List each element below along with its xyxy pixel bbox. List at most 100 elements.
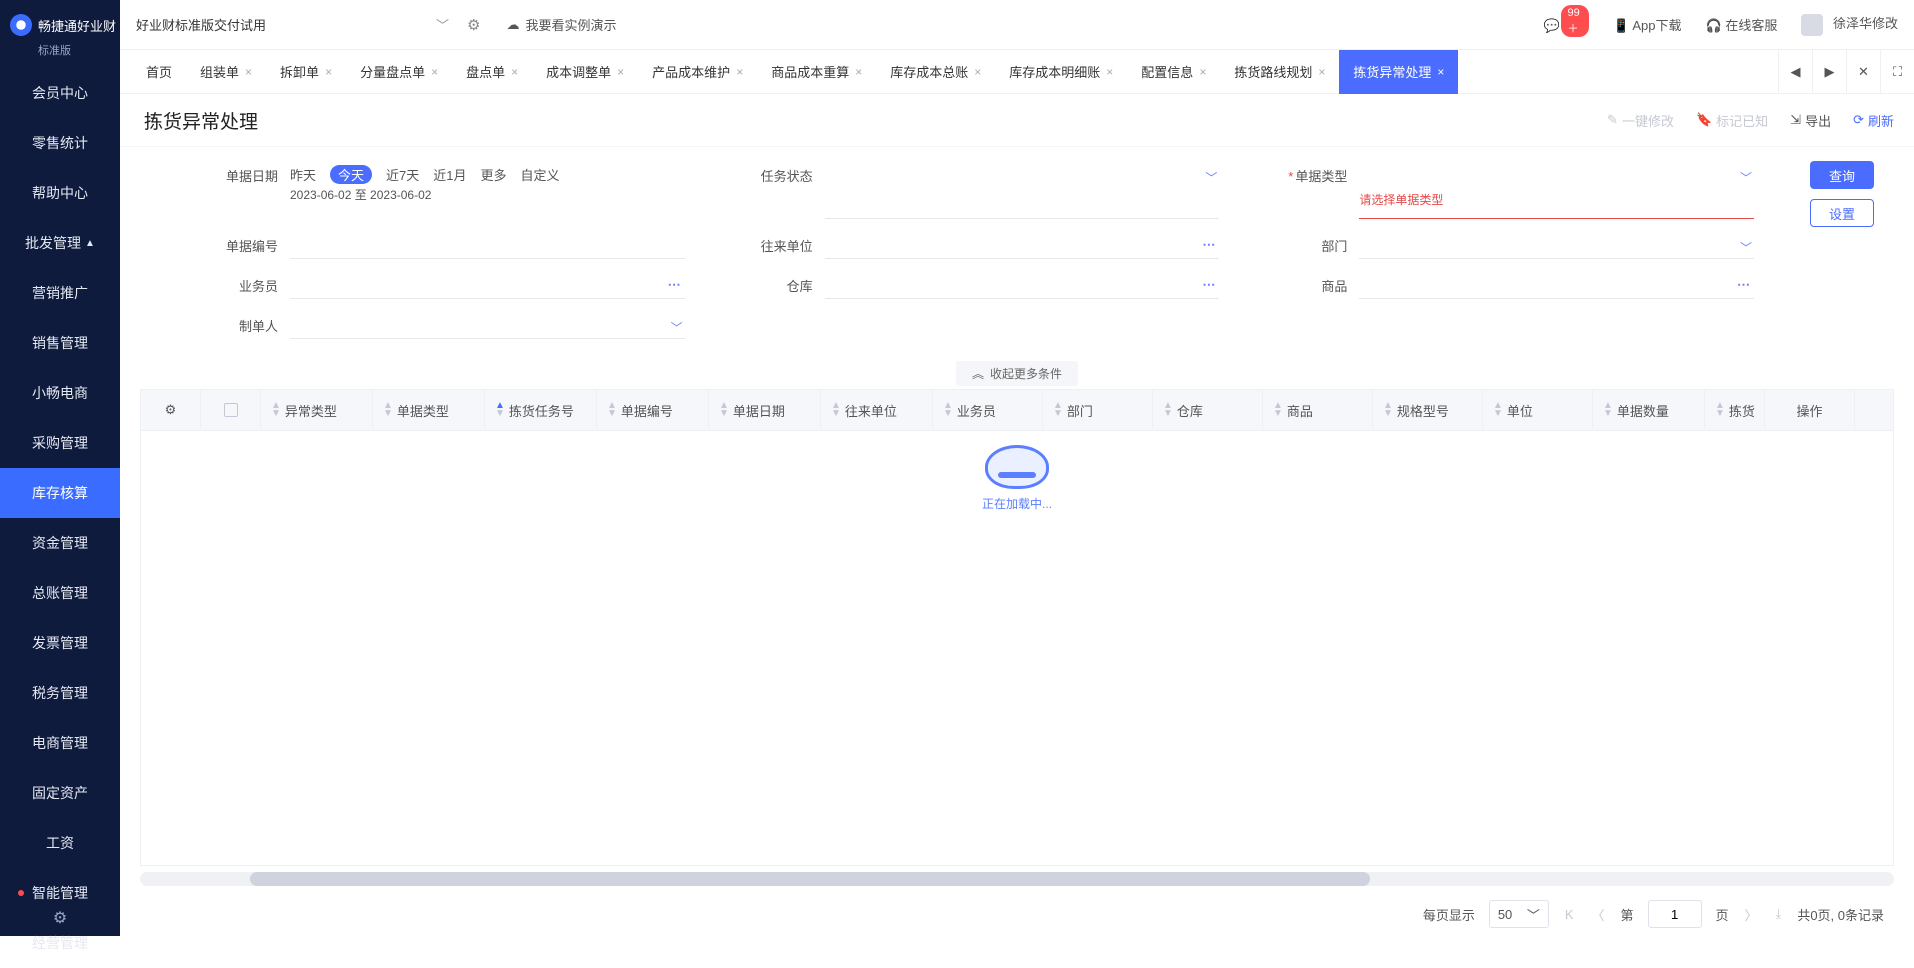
- sidebar-settings-icon[interactable]: ⚙: [0, 908, 120, 928]
- sort-icon[interactable]: ▲▼: [495, 402, 505, 418]
- app-download-button[interactable]: 📱 App下载: [1613, 15, 1681, 34]
- column-header[interactable]: ▲▼部门: [1043, 390, 1153, 430]
- sidebar-item[interactable]: 税务管理: [0, 668, 120, 718]
- sidebar-item[interactable]: 营销推广: [0, 268, 120, 318]
- column-header[interactable]: ▲▼单据类型: [373, 390, 485, 430]
- warehouse-picker[interactable]: ⋯: [825, 275, 1220, 299]
- column-header[interactable]: ▲▼商品: [1263, 390, 1373, 430]
- messages-button[interactable]: 💬 消息 99＋: [1543, 15, 1589, 34]
- column-header[interactable]: ▲▼单据数量: [1593, 390, 1705, 430]
- sort-icon[interactable]: ▲▼: [383, 402, 393, 418]
- customer-service-button[interactable]: 🎧 在线客服: [1706, 15, 1778, 34]
- demo-link[interactable]: ☁ 我要看实例演示: [506, 15, 616, 34]
- date-chip[interactable]: 更多: [481, 165, 507, 184]
- batch-edit-button[interactable]: ✎一键修改: [1607, 111, 1674, 130]
- select-all-checkbox[interactable]: [224, 403, 238, 417]
- sort-icon[interactable]: ▲▼: [1163, 402, 1173, 418]
- close-icon[interactable]: ×: [1318, 65, 1325, 79]
- date-chip[interactable]: 昨天: [290, 165, 316, 184]
- sort-icon[interactable]: ▲▼: [1715, 402, 1725, 418]
- doc-no-input[interactable]: [290, 235, 685, 259]
- close-icon[interactable]: ×: [431, 65, 438, 79]
- first-page-button[interactable]: K: [1563, 907, 1576, 922]
- close-icon[interactable]: ×: [736, 65, 743, 79]
- page-number-input[interactable]: [1648, 900, 1702, 928]
- tabs-scroll-right[interactable]: ▶: [1812, 50, 1846, 94]
- salesman-picker[interactable]: ⋯: [290, 275, 685, 299]
- tab[interactable]: 库存成本明细账×: [995, 50, 1127, 94]
- sidebar-item[interactable]: 资金管理: [0, 518, 120, 568]
- column-header[interactable]: [201, 390, 261, 430]
- sidebar-item[interactable]: 库存核算: [0, 468, 120, 518]
- prev-page-button[interactable]: 〈: [1590, 905, 1607, 924]
- user-menu[interactable]: 徐泽华修改: [1801, 13, 1898, 36]
- date-chip[interactable]: 近1月: [433, 165, 466, 184]
- dept-select[interactable]: ﹀: [1359, 235, 1754, 259]
- close-icon[interactable]: ×: [1199, 65, 1206, 79]
- tab[interactable]: 配置信息×: [1127, 50, 1220, 94]
- scrollbar-thumb[interactable]: [250, 872, 1370, 886]
- sidebar-item[interactable]: 小畅电商: [0, 368, 120, 418]
- sidebar-item[interactable]: 总账管理: [0, 568, 120, 618]
- export-button[interactable]: ⇲导出: [1790, 111, 1831, 130]
- sidebar-item[interactable]: 帮助中心: [0, 168, 120, 218]
- tab[interactable]: 拣货异常处理×: [1339, 50, 1458, 94]
- sort-icon[interactable]: ▲▼: [1053, 402, 1063, 418]
- tab[interactable]: 拣货路线规划×: [1220, 50, 1339, 94]
- close-icon[interactable]: ×: [245, 65, 252, 79]
- close-icon[interactable]: ×: [974, 65, 981, 79]
- date-chip[interactable]: 近7天: [386, 165, 419, 184]
- sidebar-item[interactable]: 工资: [0, 818, 120, 868]
- column-header[interactable]: ▲▼业务员: [933, 390, 1043, 430]
- column-header[interactable]: ▲▼往来单位: [821, 390, 933, 430]
- sidebar-item[interactable]: 采购管理: [0, 418, 120, 468]
- next-page-button[interactable]: 〉: [1743, 905, 1760, 924]
- partner-picker[interactable]: ⋯: [825, 235, 1220, 259]
- doc-type-select[interactable]: ﹀ 请选择单据类型: [1359, 165, 1754, 219]
- tab[interactable]: 产品成本维护×: [638, 50, 757, 94]
- tab[interactable]: 成本调整单×: [532, 50, 638, 94]
- sort-icon[interactable]: ▲▼: [1603, 402, 1613, 418]
- date-chip[interactable]: 今天: [330, 165, 372, 184]
- column-header[interactable]: 操作: [1765, 390, 1855, 430]
- column-header[interactable]: ▲▼单据日期: [709, 390, 821, 430]
- sort-icon[interactable]: ▲▼: [719, 402, 729, 418]
- tab[interactable]: 商品成本重算×: [757, 50, 876, 94]
- close-icon[interactable]: ×: [1106, 65, 1113, 79]
- column-header[interactable]: ▲▼异常类型: [261, 390, 373, 430]
- product-selector[interactable]: 好业财标准版交付试用 ﹀: [136, 15, 449, 34]
- sort-icon[interactable]: ▲▼: [1493, 402, 1503, 418]
- sidebar-item[interactable]: 销售管理: [0, 318, 120, 368]
- close-icon[interactable]: ×: [325, 65, 332, 79]
- tabs-scroll-left[interactable]: ◀: [1778, 50, 1812, 94]
- column-header[interactable]: ▲▼规格型号: [1373, 390, 1483, 430]
- column-header[interactable]: ▲▼单位: [1483, 390, 1593, 430]
- close-icon[interactable]: ×: [855, 65, 862, 79]
- tab[interactable]: 分量盘点单×: [346, 50, 452, 94]
- mark-known-button[interactable]: 🔖标记已知: [1696, 111, 1768, 130]
- close-icon[interactable]: ×: [511, 65, 518, 79]
- goods-picker[interactable]: ⋯: [1359, 275, 1754, 299]
- tabs-close-all[interactable]: ✕: [1846, 50, 1880, 94]
- sort-icon[interactable]: ▲▼: [1383, 402, 1393, 418]
- sort-icon[interactable]: ▲▼: [1273, 402, 1283, 418]
- sidebar-item[interactable]: 发票管理: [0, 618, 120, 668]
- sort-icon[interactable]: ▲▼: [271, 402, 281, 418]
- column-header[interactable]: ⚙: [141, 390, 201, 430]
- last-page-button[interactable]: ⤓: [1774, 906, 1784, 922]
- page-size-select[interactable]: 50﹀: [1489, 900, 1549, 928]
- sidebar-item[interactable]: 电商管理: [0, 718, 120, 768]
- maker-select[interactable]: ﹀: [290, 315, 685, 339]
- collapse-filters-button[interactable]: ︽ 收起更多条件: [956, 361, 1078, 386]
- query-button[interactable]: 查询: [1810, 161, 1874, 189]
- refresh-button[interactable]: ⟳刷新: [1853, 111, 1894, 130]
- settings-icon[interactable]: ⚙: [467, 16, 480, 34]
- sidebar-item[interactable]: 批发管理▲: [0, 218, 120, 268]
- sidebar-item[interactable]: 会员中心: [0, 68, 120, 118]
- sort-icon[interactable]: ▲▼: [831, 402, 841, 418]
- task-status-select[interactable]: ﹀: [825, 165, 1220, 219]
- column-header[interactable]: ▲▼仓库: [1153, 390, 1263, 430]
- tab[interactable]: 拆卸单×: [266, 50, 346, 94]
- sort-icon[interactable]: ▲▼: [943, 402, 953, 418]
- tab[interactable]: 库存成本总账×: [876, 50, 995, 94]
